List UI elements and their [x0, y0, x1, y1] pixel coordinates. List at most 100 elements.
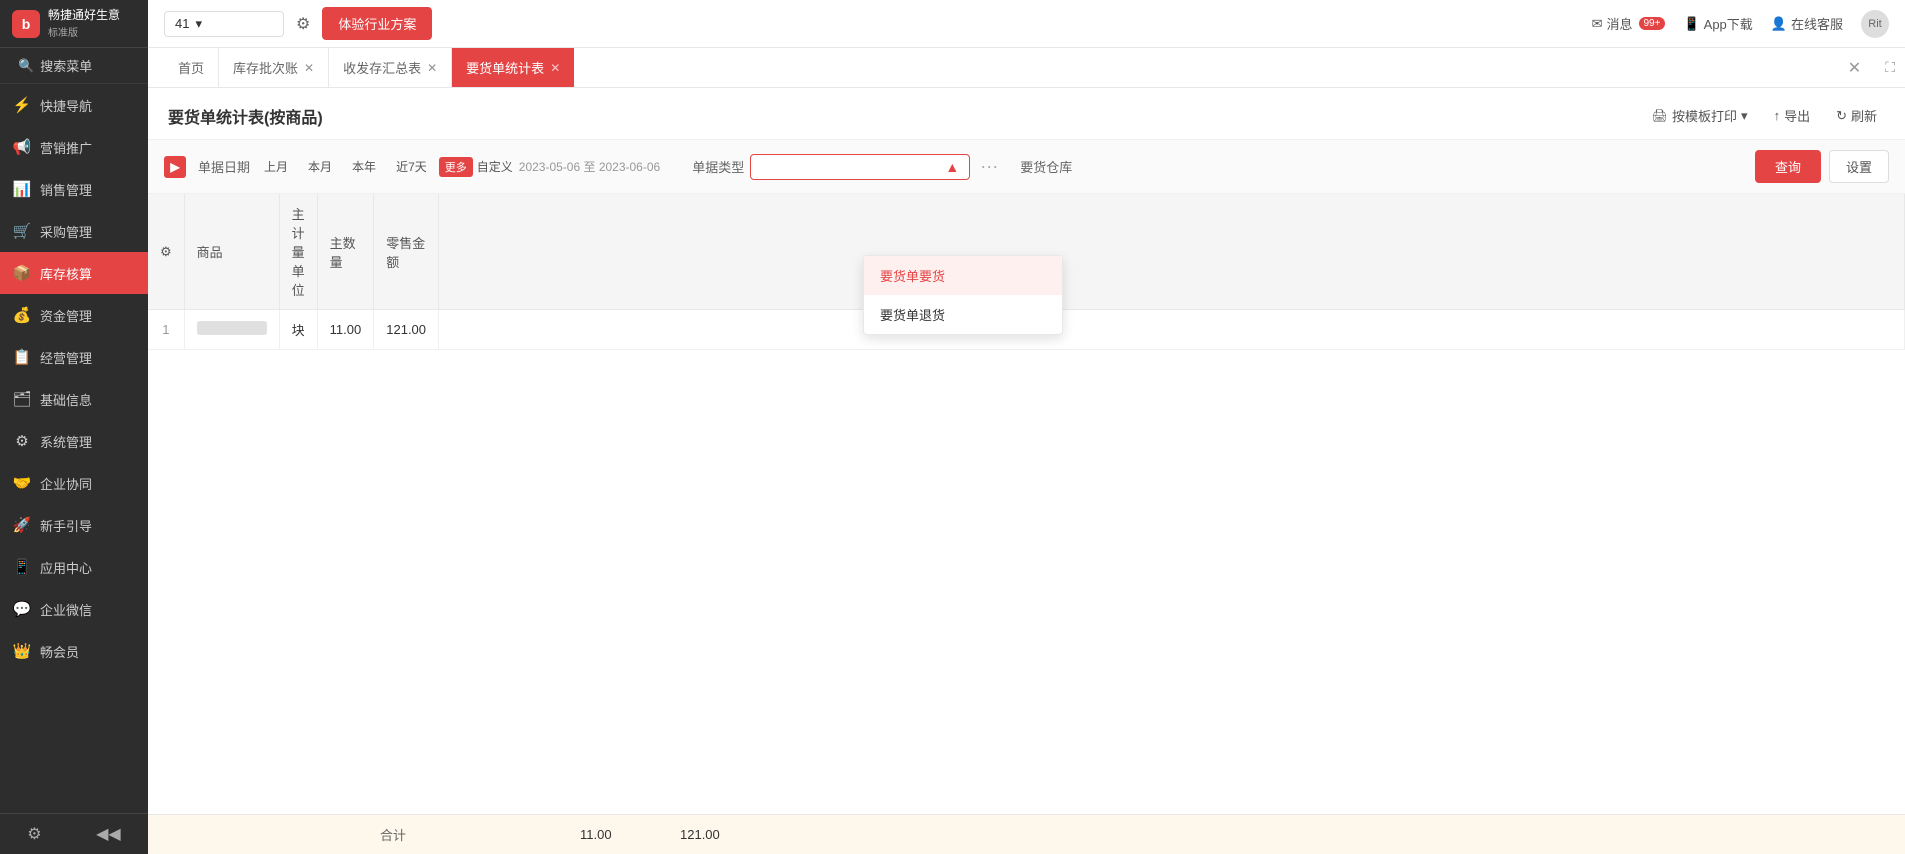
main-area: 41 ▾ ⚙ 体验行业方案 ✉ 消息 99+ 📱 App下载 👤 在线客服 Ri… — [148, 0, 1905, 854]
sidebar-item-sales[interactable]: 📊 销售管理 — [0, 168, 148, 210]
sidebar-item-icon-inventory: 📦 — [12, 263, 32, 283]
sidebar-item-inventory[interactable]: 📦 库存核算 — [0, 252, 148, 294]
sidebar-item-icon-guide: 🚀 — [12, 515, 32, 535]
date-range-display: 2023-05-06 至 2023-06-06 — [519, 158, 660, 175]
company-selector-value: 41 — [175, 16, 189, 31]
filter-more-icon[interactable]: ··· — [980, 156, 998, 177]
date-opt-this-month[interactable]: 本月 — [300, 155, 340, 178]
footer-label: 合计 — [380, 825, 580, 844]
date-opt-custom[interactable]: 自定义 — [477, 158, 513, 175]
selector-chevron-icon: ▾ — [195, 16, 202, 32]
tab-close-order-stats[interactable]: ✕ — [550, 61, 560, 75]
sidebar-item-basic-info[interactable]: 🗂 基础信息 — [0, 378, 148, 420]
download-item[interactable]: 📱 App下载 — [1683, 14, 1752, 33]
messages-item[interactable]: ✉ 消息 99+ — [1592, 14, 1666, 33]
tab-close-receive-send-summary[interactable]: ✕ — [427, 61, 437, 75]
tab-home[interactable]: 首页 — [164, 48, 219, 87]
sidebar-item-guide[interactable]: 🚀 新手引导 — [0, 504, 148, 546]
print-icon: 🖨 — [1652, 108, 1669, 124]
sidebar-item-icon-system: ⚙ — [12, 431, 32, 451]
page-content: 要货单统计表(按商品) 🖨 按模板打印 ▾ ↑ 导出 ↻ 刷新 ▶ — [148, 88, 1905, 854]
tab-order-stats[interactable]: 要货单统计表✕ — [452, 48, 574, 87]
settings-icon[interactable]: ⚙ — [27, 824, 41, 844]
sidebar-item-icon-membership: 👑 — [12, 641, 32, 661]
date-filter-label: 单据日期 — [198, 157, 250, 176]
sidebar-item-label-operations: 经营管理 — [40, 348, 92, 367]
filter-expand-button[interactable]: ▶ — [164, 156, 186, 178]
sidebar-item-icon-basic-info: 🗂 — [12, 389, 32, 409]
print-label: 按模板打印 — [1672, 106, 1737, 125]
col-retail-amount: 零售金额 — [374, 194, 439, 310]
close-all-tabs-button[interactable]: ✕ — [1834, 58, 1875, 78]
sidebar-item-icon-purchase: 🛒 — [12, 221, 32, 241]
sidebar: b 畅捷通好生意 标准版 🔍 搜索菜单 ⚡ 快捷导航 📢 营销推广 📊 销售管理… — [0, 0, 148, 854]
refresh-label: 刷新 — [1851, 106, 1877, 125]
download-icon: 📱 — [1683, 16, 1699, 32]
type-filter-label: 单据类型 — [692, 157, 744, 176]
col-product: 商品 — [184, 194, 279, 310]
settings-button[interactable]: 设置 — [1829, 150, 1889, 183]
refresh-button[interactable]: ↻ 刷新 — [1828, 102, 1885, 129]
sidebar-item-label-inventory: 库存核算 — [40, 264, 92, 283]
sidebar-item-label-sales: 销售管理 — [40, 180, 92, 199]
sidebar-item-icon-cooperation: 🤝 — [12, 473, 32, 493]
col-main-qty: 主数量 — [317, 194, 374, 310]
trial-button[interactable]: 体验行业方案 — [322, 7, 432, 40]
sidebar-item-app-center[interactable]: 📱 应用中心 — [0, 546, 148, 588]
maximize-icon[interactable]: ⛶ — [1875, 59, 1905, 76]
sidebar-item-label-quick-nav: 快捷导航 — [40, 96, 92, 115]
avatar[interactable]: Rit — [1861, 10, 1889, 38]
sidebar-item-icon-operations: 📋 — [12, 347, 32, 367]
app-logo-icon: b — [12, 10, 40, 38]
dropdown-item-delivery[interactable]: 要货单要货 — [864, 256, 1062, 295]
query-button[interactable]: 查询 — [1755, 150, 1821, 183]
sidebar-search[interactable]: 🔍 搜索菜单 — [0, 48, 148, 84]
topbar: 41 ▾ ⚙ 体验行业方案 ✉ 消息 99+ 📱 App下载 👤 在线客服 Ri… — [148, 0, 1905, 48]
topbar-settings-icon[interactable]: ⚙ — [296, 14, 310, 34]
sidebar-item-wechat[interactable]: 💬 企业微信 — [0, 588, 148, 630]
sidebar-item-marketing[interactable]: 📢 营销推广 — [0, 126, 148, 168]
tabbar: 首页库存批次账✕收发存汇总表✕要货单统计表✕✕ ⛶ — [148, 48, 1905, 88]
messages-icon: ✉ — [1592, 16, 1603, 32]
avatar-name: Rit — [1868, 18, 1881, 30]
col-settings-icon[interactable]: ⚙ — [148, 194, 184, 310]
date-opt-last-month[interactable]: 上月 — [256, 155, 296, 178]
row-product — [184, 310, 279, 350]
date-opt-this-year[interactable]: 本年 — [344, 155, 384, 178]
service-item[interactable]: 👤 在线客服 — [1771, 14, 1843, 33]
sidebar-bottom: ⚙ ◀◀ — [0, 813, 148, 854]
app-subtitle: 标准版 — [48, 24, 120, 39]
tab-inventory-batch[interactable]: 库存批次账 ✕ — [219, 48, 329, 87]
date-opt-7days[interactable]: 近7天 — [388, 155, 435, 178]
row-main-qty: 11.00 — [317, 310, 374, 350]
sidebar-item-quick-nav[interactable]: ⚡ 快捷导航 — [0, 84, 148, 126]
page-actions: 🖨 按模板打印 ▾ ↑ 导出 ↻ 刷新 — [1644, 102, 1886, 129]
type-select-chevron-icon[interactable]: ▲ — [945, 159, 959, 175]
print-button[interactable]: 🖨 按模板打印 ▾ — [1644, 102, 1756, 129]
type-select-box[interactable]: ▲ — [750, 154, 970, 180]
app-title: 畅捷通好生意 — [48, 8, 120, 24]
sidebar-item-finance[interactable]: 💰 资金管理 — [0, 294, 148, 336]
date-opt-more[interactable]: 更多 — [439, 157, 473, 177]
col-unit: 主计量单位 — [279, 194, 317, 310]
collapse-icon[interactable]: ◀◀ — [96, 824, 121, 844]
sidebar-item-system[interactable]: ⚙ 系统管理 — [0, 420, 148, 462]
dropdown-item-return[interactable]: 要货单退货 — [864, 295, 1062, 334]
export-button[interactable]: ↑ 导出 — [1766, 102, 1819, 129]
sidebar-item-operations[interactable]: 📋 经营管理 — [0, 336, 148, 378]
sidebar-item-membership[interactable]: 👑 畅会员 — [0, 630, 148, 672]
tab-label-inventory-batch: 库存批次账 — [233, 58, 298, 77]
sidebar-item-purchase[interactable]: 🛒 采购管理 — [0, 210, 148, 252]
tab-close-inventory-batch[interactable]: ✕ — [304, 61, 314, 75]
company-selector[interactable]: 41 ▾ — [164, 11, 284, 37]
date-filter-group: 单据日期 上月 本月 本年 近7天 更多 自定义 2023-05-06 至 20… — [198, 155, 660, 178]
topbar-left: 41 ▾ ⚙ 体验行业方案 — [164, 7, 1592, 40]
tab-receive-send-summary[interactable]: 收发存汇总表✕ — [329, 48, 452, 87]
row-index: 1 — [148, 310, 184, 350]
refresh-icon: ↻ — [1836, 108, 1847, 124]
filter-bar: ▶ 单据日期 上月 本月 本年 近7天 更多 自定义 2023-05-06 至 … — [148, 140, 1905, 194]
type-select-input[interactable] — [761, 159, 945, 174]
service-label: 在线客服 — [1791, 14, 1843, 33]
export-label: 导出 — [1784, 106, 1810, 125]
sidebar-item-cooperation[interactable]: 🤝 企业协同 — [0, 462, 148, 504]
